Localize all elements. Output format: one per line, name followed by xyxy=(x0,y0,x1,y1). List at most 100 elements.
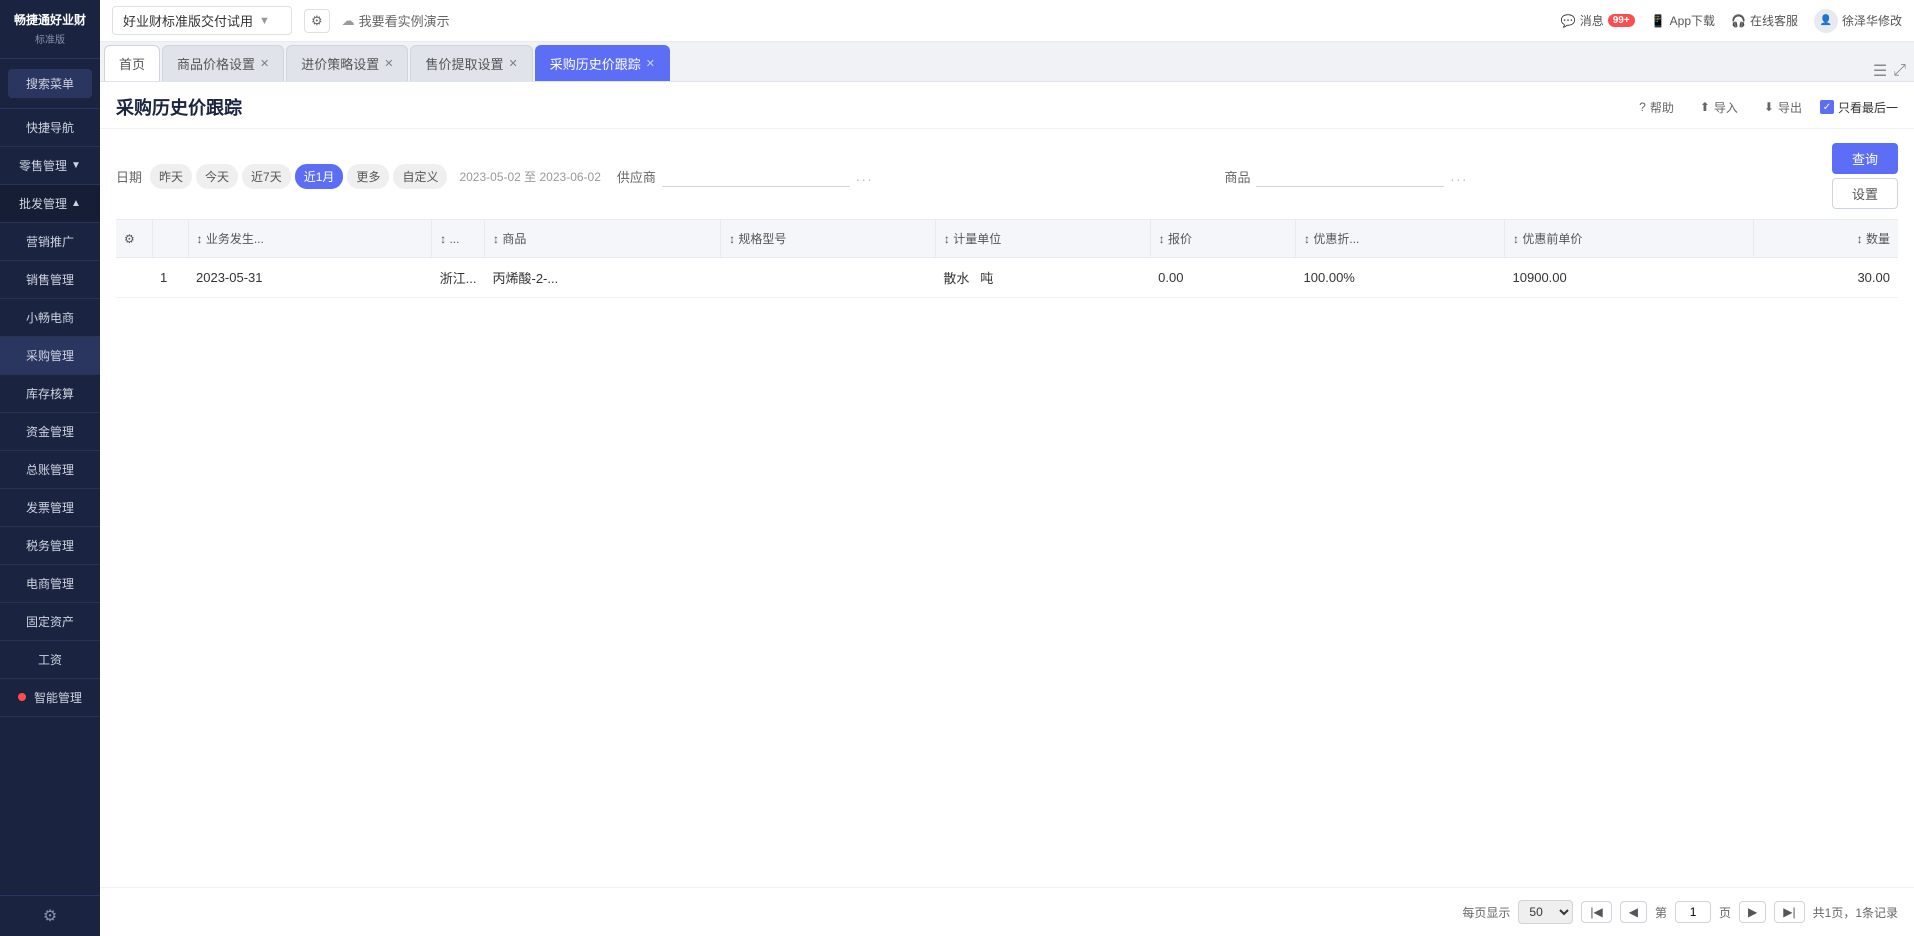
first-page-button[interactable]: |◀ xyxy=(1581,901,1611,923)
tab-sale-price[interactable]: 售价提取设置 ✕ xyxy=(410,45,532,81)
th-discount[interactable]: ↕ 优惠折... xyxy=(1296,220,1505,258)
purchase-label: 采购管理 xyxy=(26,347,74,364)
product-dots[interactable]: ... xyxy=(1450,168,1468,184)
date-btn-last7[interactable]: 近7天 xyxy=(242,164,291,189)
th-pre-discount-price-label: ↕ 优惠前单价 xyxy=(1513,232,1582,246)
tabs-bar: 首页 商品价格设置 ✕ 进价策略设置 ✕ 售价提取设置 ✕ 采购历史价跟踪 ✕ … xyxy=(100,42,1914,82)
app-download-item[interactable]: 📱 App下载 xyxy=(1651,12,1715,29)
online-service-label: 在线客服 xyxy=(1750,12,1798,29)
date-btn-yesterday[interactable]: 昨天 xyxy=(150,164,192,189)
user-name: 徐泽华修改 xyxy=(1842,12,1902,29)
supplier-dots[interactable]: ... xyxy=(856,168,874,184)
tab-purchase-history-close-icon[interactable]: ✕ xyxy=(646,57,655,70)
th-gear[interactable]: ⚙ xyxy=(116,220,152,258)
date-btn-more[interactable]: 更多 xyxy=(347,164,389,189)
next-page-button[interactable]: ▶ xyxy=(1739,901,1766,923)
search-menu-button[interactable]: 搜索菜单 xyxy=(8,69,92,98)
sidebar-settings-icon[interactable]: ⚙ xyxy=(43,908,57,925)
import-button[interactable]: ⬆ 导入 xyxy=(1692,95,1746,120)
export-label: 导出 xyxy=(1778,99,1802,116)
sidebar-item-ledger[interactable]: 总账管理 xyxy=(0,451,100,489)
last-page-button[interactable]: ▶| xyxy=(1774,901,1804,923)
th-unit[interactable]: ↕ 计量单位 xyxy=(935,220,1150,258)
import-label: 导入 xyxy=(1714,99,1738,116)
th-quantity[interactable]: ↕ 数量 xyxy=(1754,220,1898,258)
sidebar-item-quick-nav[interactable]: 快捷导航 xyxy=(0,109,100,147)
salary-label: 工资 xyxy=(38,651,62,668)
th-more[interactable]: ↕ ... xyxy=(432,220,485,258)
supplier-label: 供应商 xyxy=(617,167,656,186)
date-btn-today[interactable]: 今天 xyxy=(196,164,238,189)
retail-label: 零售管理 xyxy=(19,157,67,174)
main-area: 好业财标准版交付试用 ▼ ⚙ ☁ 我要看实例演示 💬 消息 99+ 📱 App下… xyxy=(100,0,1914,936)
sidebar-item-fixed-assets[interactable]: 固定资产 xyxy=(0,603,100,641)
app-title: 畅捷通好业财 xyxy=(8,12,92,29)
sidebar-item-finance[interactable]: 资金管理 xyxy=(0,413,100,451)
sidebar-item-ecommerce[interactable]: 电商管理 xyxy=(0,565,100,603)
cell-quote: 0.00 xyxy=(1150,258,1295,298)
sidebar-item-smart[interactable]: 智能管理 xyxy=(0,679,100,717)
page-number-input[interactable] xyxy=(1675,901,1711,923)
smart-label: 智能管理 xyxy=(34,689,82,706)
tab-purchase-strategy-close-icon[interactable]: ✕ xyxy=(384,57,393,70)
quick-nav-label: 快捷导航 xyxy=(26,119,74,136)
message-item[interactable]: 💬 消息 99+ xyxy=(1561,12,1635,29)
supplier-input[interactable] xyxy=(662,165,850,187)
sidebar-item-marketing[interactable]: 营销推广 xyxy=(0,223,100,261)
tab-price-settings[interactable]: 商品价格设置 ✕ xyxy=(162,45,284,81)
message-icon: 💬 xyxy=(1561,14,1576,28)
cell-product: 丙烯酸-2-... xyxy=(484,258,720,298)
tab-purchase-history[interactable]: 采购历史价跟踪 ✕ xyxy=(535,45,670,81)
tab-expand-icon[interactable]: ⤢ xyxy=(1893,62,1906,80)
tab-purchase-strategy-label: 进价策略设置 xyxy=(301,54,379,73)
th-more-label: ↕ ... xyxy=(440,232,459,246)
sidebar-item-tax[interactable]: 税务管理 xyxy=(0,527,100,565)
th-date-label: ↕ 业务发生... xyxy=(197,232,264,246)
user-item[interactable]: 👤 徐泽华修改 xyxy=(1814,9,1902,33)
prev-page-button[interactable]: ◀ xyxy=(1620,901,1647,923)
sidebar-item-sales[interactable]: 销售管理 xyxy=(0,261,100,299)
product-selector[interactable]: 好业财标准版交付试用 ▼ xyxy=(112,6,292,35)
sidebar-item-ecommerce-small[interactable]: 小畅电商 xyxy=(0,299,100,337)
sidebar-search-area[interactable]: 搜索菜单 xyxy=(0,59,100,109)
th-unit-label: ↕ 计量单位 xyxy=(944,232,1001,246)
tab-sale-price-close-icon[interactable]: ✕ xyxy=(509,57,518,70)
tab-price-settings-label: 商品价格设置 xyxy=(177,54,255,73)
online-service-item[interactable]: 🎧 在线客服 xyxy=(1731,12,1798,29)
page-header: 采购历史价跟踪 ? 帮助 ⬆ 导入 ⬇ 导出 ✓ 只看最后一 xyxy=(100,82,1914,129)
tab-home[interactable]: 首页 xyxy=(104,45,160,81)
date-btn-custom[interactable]: 自定义 xyxy=(393,164,447,189)
sidebar-item-purchase[interactable]: 采购管理 xyxy=(0,337,100,375)
tab-sale-price-label: 售价提取设置 xyxy=(425,54,503,73)
tab-collapse-icon[interactable]: ☰ xyxy=(1873,61,1887,81)
th-quantity-label: ↕ 数量 xyxy=(1857,232,1890,246)
per-page-select[interactable]: 50 20 100 xyxy=(1518,900,1573,924)
tab-purchase-strategy[interactable]: 进价策略设置 ✕ xyxy=(286,45,408,81)
th-spec[interactable]: ↕ 规格型号 xyxy=(721,220,936,258)
export-button[interactable]: ⬇ 导出 xyxy=(1756,95,1810,120)
topbar-gear-settings[interactable]: ⚙ xyxy=(304,9,330,33)
product-input[interactable] xyxy=(1256,165,1444,187)
table-container: ⚙ ↕ 业务发生... ↕ ... ↕ 商品 ↕ 规格 xyxy=(100,219,1914,887)
only-last-label: 只看最后一 xyxy=(1838,99,1898,116)
th-pre-discount-price[interactable]: ↕ 优惠前单价 xyxy=(1505,220,1754,258)
page-suffix: 页 xyxy=(1719,904,1731,921)
help-button[interactable]: ? 帮助 xyxy=(1631,95,1682,120)
sidebar-item-invoice[interactable]: 发票管理 xyxy=(0,489,100,527)
th-quote[interactable]: ↕ 报价 xyxy=(1150,220,1295,258)
date-btn-last1month[interactable]: 近1月 xyxy=(295,164,344,189)
sidebar-item-salary[interactable]: 工资 xyxy=(0,641,100,679)
tab-price-settings-close-icon[interactable]: ✕ xyxy=(260,57,269,70)
only-last-checkbox[interactable]: ✓ 只看最后一 xyxy=(1820,99,1898,116)
query-button[interactable]: 查询 xyxy=(1832,143,1898,174)
filter-bar: 日期 昨天 今天 近7天 近1月 更多 自定义 2023-05-02 至 202… xyxy=(100,129,1914,219)
filter-settings-button[interactable]: 设置 xyxy=(1832,178,1898,209)
th-date[interactable]: ↕ 业务发生... xyxy=(188,220,432,258)
tax-label: 税务管理 xyxy=(26,537,74,554)
sidebar-item-wholesale[interactable]: 批发管理 ▲ xyxy=(0,185,100,223)
cell-gear xyxy=(116,258,152,298)
topbar-demo[interactable]: ☁ 我要看实例演示 xyxy=(342,11,450,30)
sidebar-item-retail[interactable]: 零售管理 ▼ xyxy=(0,147,100,185)
th-product[interactable]: ↕ 商品 xyxy=(484,220,720,258)
sidebar-item-inventory[interactable]: 库存核算 xyxy=(0,375,100,413)
